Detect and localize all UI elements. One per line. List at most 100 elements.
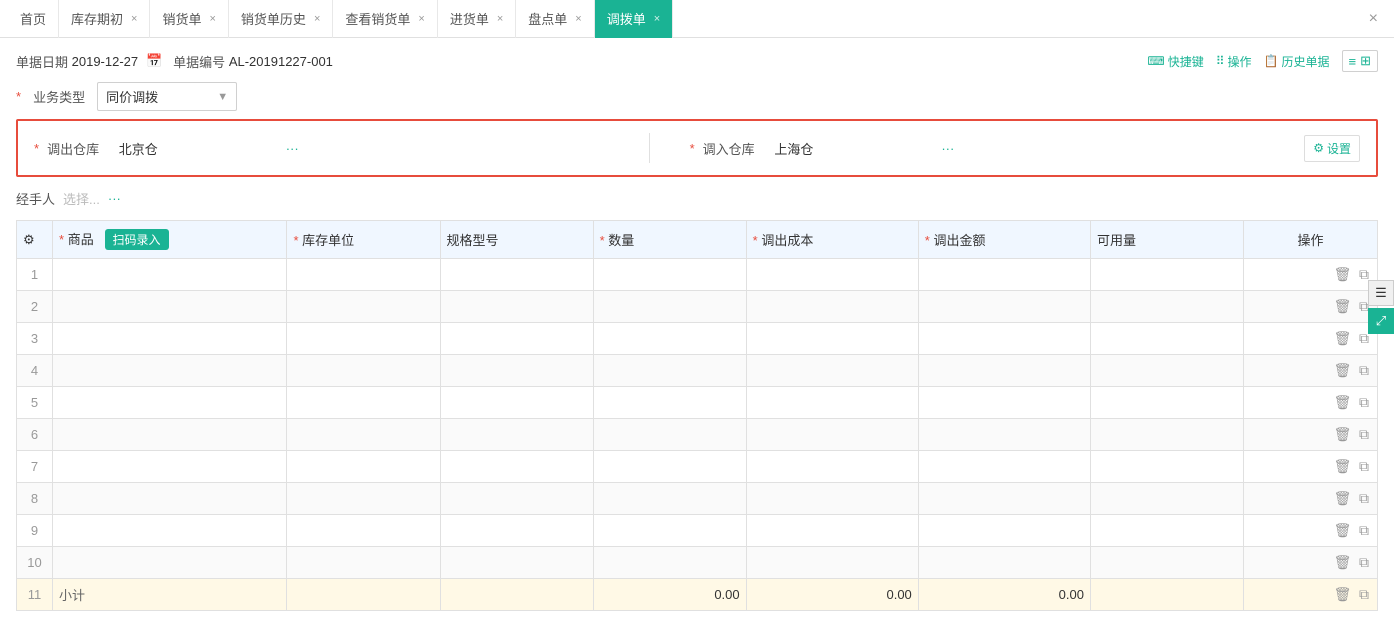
cell-spec[interactable]: [440, 451, 593, 483]
tab-transfer[interactable]: 调拨单 ×: [595, 0, 673, 38]
cell-unit[interactable]: [287, 323, 440, 355]
cell-spec[interactable]: [440, 483, 593, 515]
th-gear[interactable]: ⚙: [17, 221, 53, 259]
cell-cost[interactable]: [746, 387, 918, 419]
delete-icon[interactable]: 🗑: [1334, 330, 1352, 346]
cell-amount[interactable]: [918, 419, 1090, 451]
cell-spec[interactable]: [440, 291, 593, 323]
cell-available[interactable]: [1090, 259, 1243, 291]
copy-icon[interactable]: ⧉: [1359, 490, 1369, 506]
cell-product[interactable]: [53, 419, 287, 451]
cell-amount[interactable]: [918, 355, 1090, 387]
cell-cost[interactable]: [746, 515, 918, 547]
copy-icon[interactable]: ⧉: [1359, 362, 1369, 378]
side-expand-btn[interactable]: ⤢: [1368, 308, 1394, 334]
tab-stocktake[interactable]: 盘点单 ×: [516, 0, 594, 38]
cell-cost[interactable]: [746, 291, 918, 323]
cell-product[interactable]: [53, 483, 287, 515]
cell-qty[interactable]: [593, 451, 746, 483]
cell-amount[interactable]: [918, 451, 1090, 483]
delete-icon[interactable]: 🗑: [1334, 586, 1352, 602]
handler-input[interactable]: 选择...: [63, 189, 100, 208]
cell-unit[interactable]: [287, 483, 440, 515]
cell-product[interactable]: [53, 451, 287, 483]
cell-qty[interactable]: [593, 419, 746, 451]
tab-view-sales[interactable]: 查看销货单 ×: [333, 0, 437, 38]
cell-product[interactable]: [53, 355, 287, 387]
tab-inventory-open-close[interactable]: ×: [131, 13, 137, 25]
copy-icon[interactable]: ⧉: [1359, 586, 1369, 602]
history-btn[interactable]: 📋 历史单据: [1264, 53, 1330, 70]
operation-btn[interactable]: ⠿ 操作: [1216, 53, 1252, 70]
delete-icon[interactable]: 🗑: [1334, 522, 1352, 538]
cell-cost[interactable]: [746, 323, 918, 355]
tab-sales-history-close[interactable]: ×: [314, 13, 320, 25]
copy-icon[interactable]: ⧉: [1359, 394, 1369, 410]
tab-purchase-order[interactable]: 进货单 ×: [438, 0, 516, 38]
cell-qty[interactable]: [593, 483, 746, 515]
handler-more-btn[interactable]: ···: [108, 191, 121, 206]
copy-icon[interactable]: ⧉: [1359, 426, 1369, 442]
cell-unit[interactable]: [287, 547, 440, 579]
cell-product[interactable]: [53, 259, 287, 291]
cell-cost[interactable]: [746, 451, 918, 483]
cell-spec[interactable]: [440, 355, 593, 387]
cell-spec[interactable]: [440, 259, 593, 291]
tab-home[interactable]: 首页: [8, 0, 59, 38]
cell-available[interactable]: [1090, 419, 1243, 451]
cell-unit[interactable]: [287, 259, 440, 291]
delete-icon[interactable]: 🗑: [1334, 490, 1352, 506]
cell-qty[interactable]: [593, 355, 746, 387]
copy-icon[interactable]: ⧉: [1359, 554, 1369, 570]
cell-spec[interactable]: [440, 515, 593, 547]
cell-spec[interactable]: [440, 387, 593, 419]
delete-icon[interactable]: 🗑: [1334, 458, 1352, 474]
cell-cost[interactable]: [746, 259, 918, 291]
delete-icon[interactable]: 🗑: [1334, 362, 1352, 378]
cell-product[interactable]: [53, 547, 287, 579]
cell-amount[interactable]: [918, 387, 1090, 419]
cell-qty[interactable]: [593, 515, 746, 547]
tab-sales-order-close[interactable]: ×: [209, 13, 215, 25]
cell-cost[interactable]: [746, 547, 918, 579]
cell-unit[interactable]: [287, 515, 440, 547]
transfer-in-more-btn[interactable]: ···: [941, 141, 954, 156]
side-list-btn[interactable]: ☰: [1368, 280, 1394, 306]
cell-amount[interactable]: [918, 259, 1090, 291]
tab-stocktake-close[interactable]: ×: [575, 13, 581, 25]
copy-icon[interactable]: ⧉: [1359, 458, 1369, 474]
cell-qty[interactable]: [593, 547, 746, 579]
cell-qty[interactable]: [593, 387, 746, 419]
scan-btn[interactable]: 扫码录入: [105, 229, 169, 250]
transfer-out-more-btn[interactable]: ···: [286, 141, 299, 156]
calendar-icon[interactable]: 📅: [146, 53, 162, 69]
settings-button[interactable]: ⚙ 设置: [1304, 135, 1360, 162]
delete-icon[interactable]: 🗑: [1334, 394, 1352, 410]
cell-qty[interactable]: [593, 259, 746, 291]
cell-amount[interactable]: [918, 515, 1090, 547]
cell-spec[interactable]: [440, 419, 593, 451]
cell-available[interactable]: [1090, 515, 1243, 547]
cell-unit[interactable]: [287, 387, 440, 419]
delete-icon[interactable]: 🗑: [1334, 298, 1352, 314]
cell-spec[interactable]: [440, 547, 593, 579]
tab-inventory-open[interactable]: 库存期初 ×: [59, 0, 150, 38]
close-all-tabs[interactable]: ×: [1361, 10, 1386, 28]
cell-available[interactable]: [1090, 323, 1243, 355]
cell-unit[interactable]: [287, 451, 440, 483]
cell-amount[interactable]: [918, 483, 1090, 515]
cell-cost[interactable]: [746, 419, 918, 451]
cell-available[interactable]: [1090, 355, 1243, 387]
cell-product[interactable]: [53, 323, 287, 355]
tab-sales-order[interactable]: 销货单 ×: [150, 0, 228, 38]
cell-available[interactable]: [1090, 547, 1243, 579]
delete-icon[interactable]: 🗑: [1334, 266, 1352, 282]
business-type-select[interactable]: 同价调拨 ▼: [97, 82, 237, 111]
cell-spec[interactable]: [440, 323, 593, 355]
cell-available[interactable]: [1090, 387, 1243, 419]
cell-available[interactable]: [1090, 451, 1243, 483]
cell-available[interactable]: [1090, 483, 1243, 515]
cell-amount[interactable]: [918, 291, 1090, 323]
cell-unit[interactable]: [287, 291, 440, 323]
delete-icon[interactable]: 🗑: [1334, 554, 1352, 570]
